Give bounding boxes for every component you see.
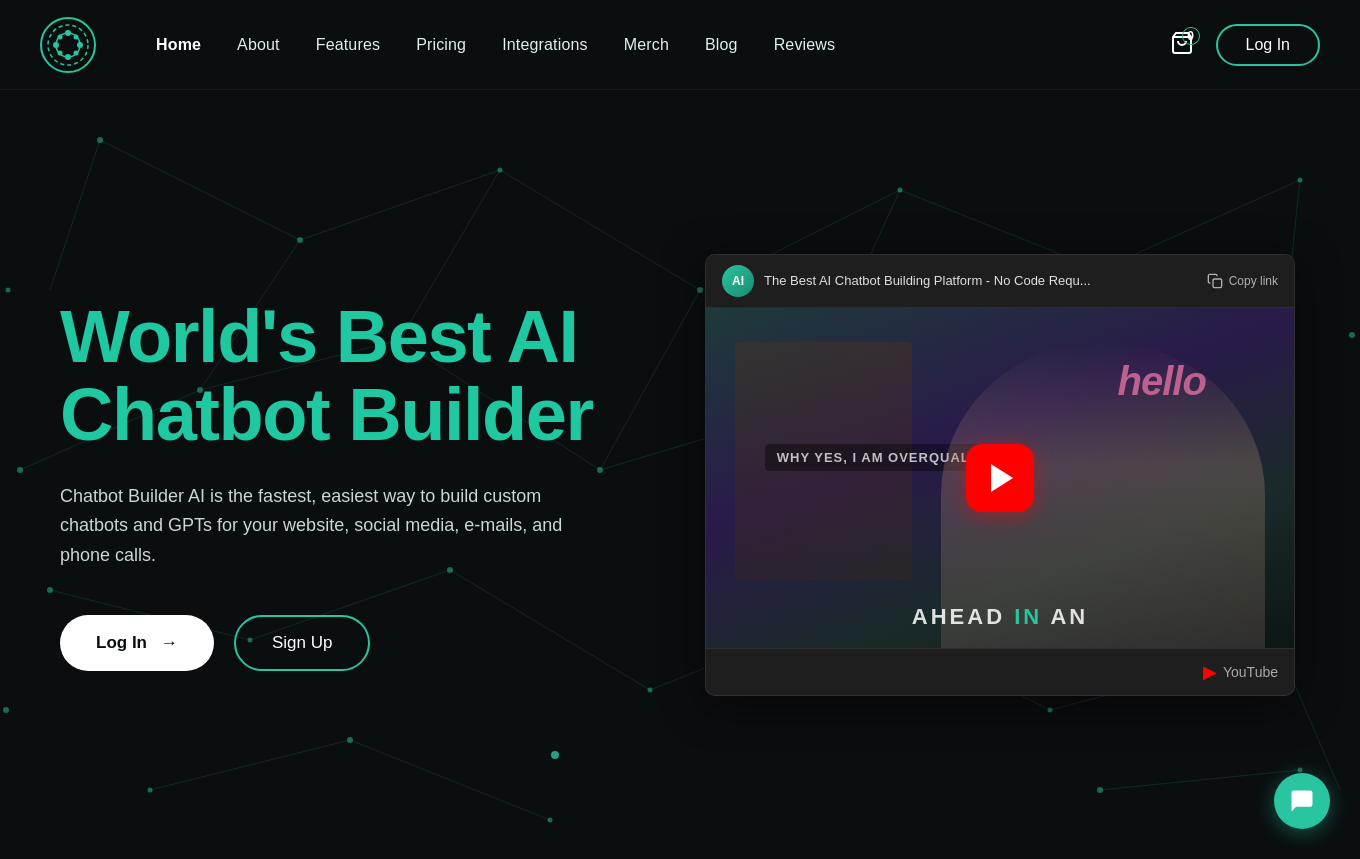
cart-count: 0 — [1182, 27, 1200, 45]
svg-line-12 — [100, 140, 300, 240]
video-avatar: AI — [722, 265, 754, 297]
hero-login-button[interactable]: Log In → — [60, 615, 214, 671]
svg-point-46 — [1298, 178, 1303, 183]
nav-link-reviews[interactable]: Reviews — [774, 36, 836, 53]
svg-point-6 — [77, 42, 83, 48]
svg-rect-71 — [1213, 279, 1222, 288]
hero-buttons: Log In → Sign Up — [60, 615, 660, 671]
nav-link-home[interactable]: Home — [156, 36, 201, 53]
svg-line-37 — [1100, 770, 1300, 790]
svg-point-3 — [65, 30, 71, 36]
svg-point-8 — [74, 50, 79, 55]
play-triangle-icon — [991, 464, 1013, 492]
svg-point-67 — [6, 288, 11, 293]
video-bottom-text: AHEAD IN AN — [912, 604, 1088, 630]
svg-point-69 — [3, 707, 9, 713]
svg-point-53 — [47, 587, 53, 593]
bottom-text-part2: AN — [1042, 604, 1088, 629]
nav-link-integrations[interactable]: Integrations — [502, 36, 588, 53]
copy-label: Copy link — [1229, 274, 1278, 288]
svg-point-64 — [1298, 768, 1303, 773]
nav-item-blog[interactable]: Blog — [705, 36, 738, 54]
play-button[interactable] — [966, 444, 1034, 512]
video-thumbnail[interactable]: WHY YES, I AM OVERQUALIFIED hello AHEAD … — [706, 308, 1294, 648]
copy-icon — [1207, 273, 1223, 289]
bottom-text-part1: AHEAD — [912, 604, 1014, 629]
logo-icon — [40, 17, 96, 73]
nav-links: Home About Features Pricing Integrations… — [156, 36, 835, 54]
hero-title: World's Best AI Chatbot Builder — [60, 298, 660, 453]
nav-item-integrations[interactable]: Integrations — [502, 36, 588, 54]
bottom-text-in: IN — [1014, 604, 1042, 629]
nav-item-home[interactable]: Home — [156, 36, 201, 54]
svg-point-62 — [548, 818, 553, 823]
hero-signup-button[interactable]: Sign Up — [234, 615, 370, 671]
svg-point-61 — [347, 737, 353, 743]
nav-item-reviews[interactable]: Reviews — [774, 36, 836, 54]
svg-point-56 — [648, 688, 653, 693]
cart-button[interactable]: 0 — [1168, 31, 1196, 59]
navbar: Home About Features Pricing Integrations… — [0, 0, 1360, 90]
svg-point-0 — [41, 18, 95, 72]
video-container[interactable]: AI The Best AI Chatbot Building Platform… — [705, 254, 1295, 696]
chat-widget-button[interactable] — [1274, 773, 1330, 829]
nav-link-about[interactable]: About — [237, 36, 280, 53]
svg-point-44 — [898, 188, 903, 193]
hero-login-label: Log In — [96, 633, 147, 653]
svg-line-13 — [300, 170, 500, 240]
youtube-logo: ▶ YouTube — [1203, 661, 1278, 683]
youtube-label: YouTube — [1223, 664, 1278, 680]
nav-item-features[interactable]: Features — [316, 36, 380, 54]
navbar-right: 0 Log In — [1168, 24, 1320, 66]
svg-point-42 — [498, 168, 503, 173]
svg-point-4 — [65, 54, 71, 60]
svg-line-35 — [150, 740, 350, 790]
youtube-icon: ▶ — [1203, 661, 1217, 683]
hero-section: World's Best AI Chatbot Builder Chatbot … — [0, 90, 1360, 859]
cart-icon-wrapper: 0 — [1168, 31, 1196, 59]
svg-point-65 — [17, 467, 23, 473]
video-copy-button[interactable]: Copy link — [1207, 273, 1278, 289]
video-title: The Best AI Chatbot Building Platform - … — [764, 273, 1091, 288]
svg-point-58 — [1048, 708, 1053, 713]
svg-point-60 — [148, 788, 153, 793]
svg-point-9 — [74, 34, 79, 39]
svg-line-36 — [350, 740, 550, 820]
svg-point-10 — [58, 50, 63, 55]
nav-item-about[interactable]: About — [237, 36, 280, 54]
arrow-icon: → — [161, 633, 178, 653]
svg-point-41 — [297, 237, 303, 243]
nav-link-merch[interactable]: Merch — [624, 36, 669, 53]
logo-wrapper[interactable] — [40, 17, 96, 73]
nav-link-blog[interactable]: Blog — [705, 36, 738, 53]
svg-line-14 — [500, 170, 700, 290]
svg-point-40 — [97, 137, 103, 143]
nav-link-features[interactable]: Features — [316, 36, 380, 53]
nav-link-pricing[interactable]: Pricing — [416, 36, 466, 53]
nav-item-merch[interactable]: Merch — [624, 36, 669, 54]
hero-subtitle: Chatbot Builder AI is the fastest, easie… — [60, 482, 600, 571]
svg-point-70 — [1349, 332, 1355, 338]
navbar-login-button[interactable]: Log In — [1216, 24, 1320, 66]
video-topbar: AI The Best AI Chatbot Building Platform… — [706, 255, 1294, 308]
hero-left: World's Best AI Chatbot Builder Chatbot … — [60, 278, 660, 670]
svg-point-5 — [53, 42, 59, 48]
video-footer: ▶ YouTube — [706, 648, 1294, 695]
chat-icon — [1288, 787, 1316, 815]
video-topbar-left: AI The Best AI Chatbot Building Platform… — [722, 265, 1091, 297]
svg-line-33 — [50, 140, 100, 290]
nav-item-pricing[interactable]: Pricing — [416, 36, 466, 54]
navbar-left: Home About Features Pricing Integrations… — [40, 17, 835, 73]
svg-point-7 — [58, 34, 63, 39]
hero-right: AI The Best AI Chatbot Building Platform… — [700, 254, 1300, 696]
svg-point-63 — [1097, 787, 1103, 793]
svg-point-68 — [551, 751, 559, 759]
